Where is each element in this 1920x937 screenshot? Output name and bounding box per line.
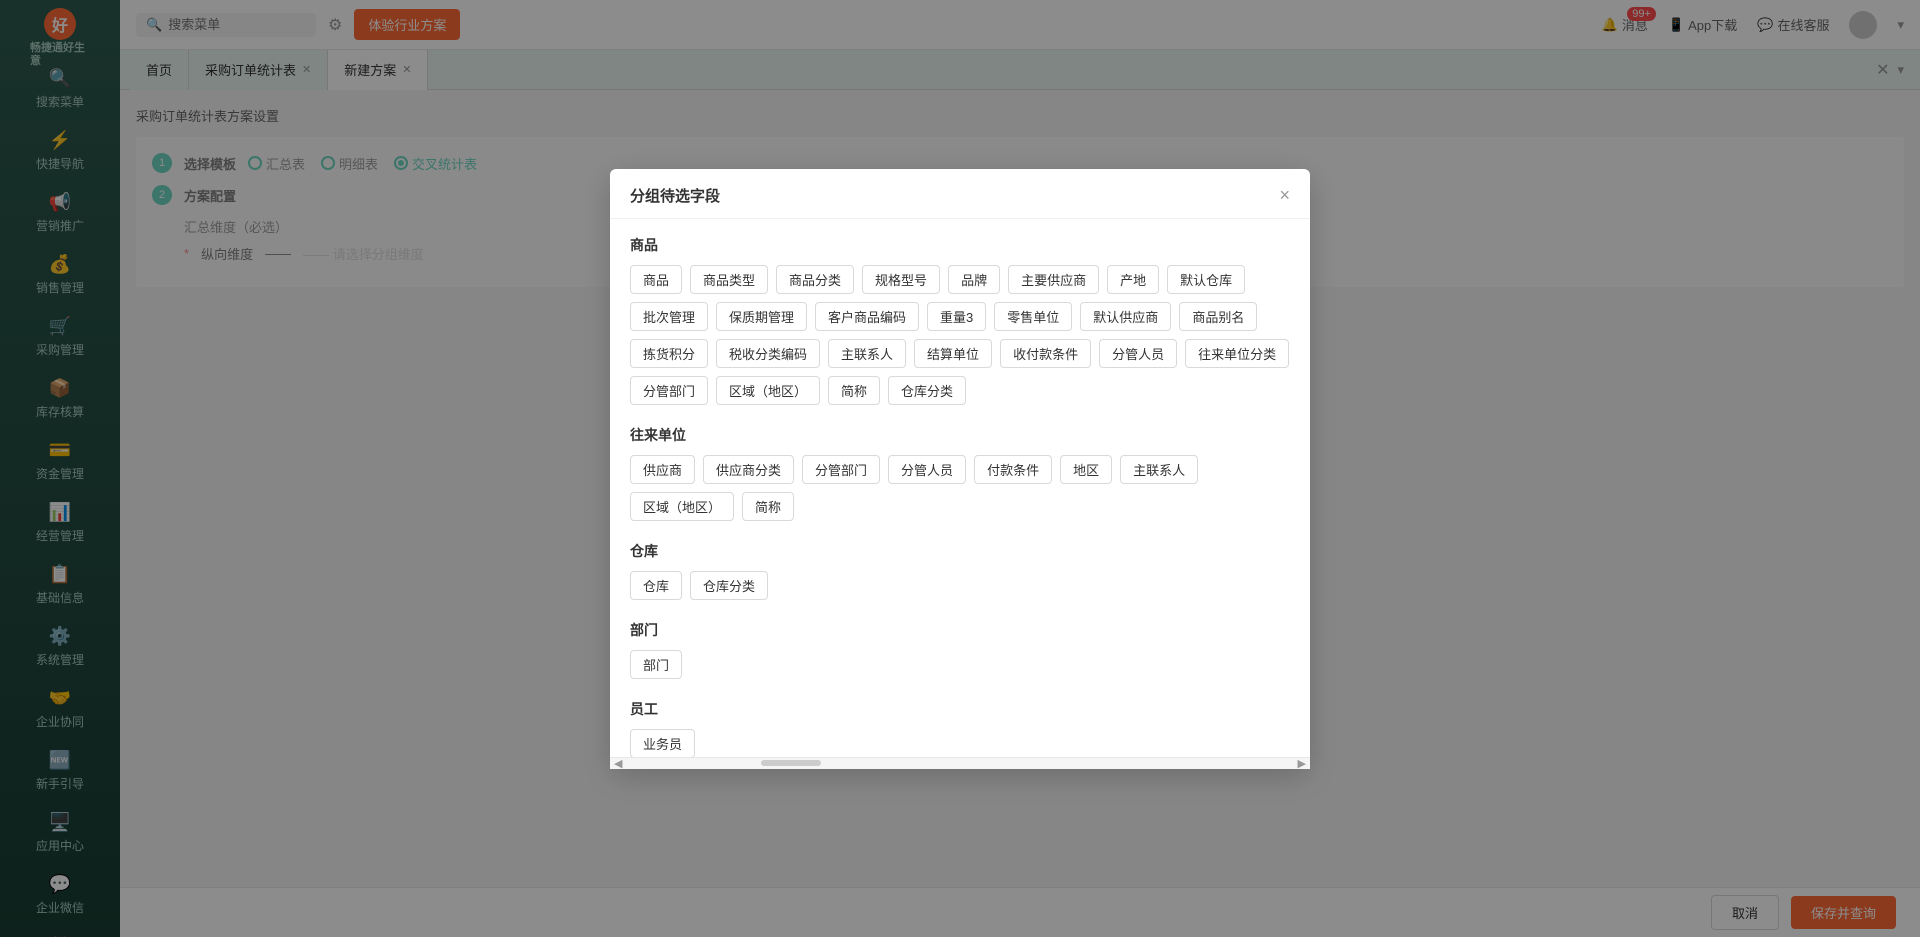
- field-tag-1-7[interactable]: 区域（地区）: [630, 492, 734, 521]
- section-2: 仓库仓库仓库分类: [630, 541, 1290, 600]
- hscroll-thumb[interactable]: [761, 760, 821, 766]
- field-tag-0-1[interactable]: 商品类型: [690, 265, 768, 294]
- field-tag-0-12[interactable]: 零售单位: [994, 302, 1072, 331]
- section-title-3: 部门: [630, 620, 1290, 640]
- section-1: 往来单位供应商供应商分类分管部门分管人员付款条件地区主联系人区域（地区） 简称: [630, 425, 1290, 521]
- modal-header: 分组待选字段 ×: [610, 169, 1310, 219]
- field-tag-1-1[interactable]: 供应商分类: [703, 455, 794, 484]
- field-tag-0-24[interactable]: 简称: [828, 376, 880, 405]
- field-tag-1-3[interactable]: 分管人员: [888, 455, 966, 484]
- section-title-4: 员工: [630, 699, 1290, 719]
- field-tag-0-17[interactable]: 主联系人: [828, 339, 906, 368]
- field-tag-0-22[interactable]: 分管部门: [630, 376, 708, 405]
- field-tag-0-16[interactable]: 税收分类编码: [716, 339, 820, 368]
- modal-title: 分组待选字段: [630, 185, 720, 206]
- field-tag-0-6[interactable]: 产地: [1107, 265, 1159, 294]
- field-tag-1-6[interactable]: 主联系人: [1120, 455, 1198, 484]
- field-tag-0-21[interactable]: 往来单位分类: [1185, 339, 1289, 368]
- field-tag-4-0[interactable]: 业务员: [630, 729, 695, 757]
- field-grid-4: 业务员: [630, 729, 1290, 757]
- section-4: 员工业务员: [630, 699, 1290, 757]
- modal-overlay: 分组待选字段 × 商品商品商品类型商品分类规格型号品牌主要供应商产地默认仓库批次…: [0, 0, 1920, 937]
- field-tag-1-5[interactable]: 地区: [1060, 455, 1112, 484]
- field-grid-0: 商品商品类型商品分类规格型号品牌主要供应商产地默认仓库批次管理保质期管理客户商品…: [630, 265, 1290, 405]
- field-tag-0-3[interactable]: 规格型号: [862, 265, 940, 294]
- field-tag-1-8[interactable]: 简称: [742, 492, 794, 521]
- field-tag-0-7[interactable]: 默认仓库: [1167, 265, 1245, 294]
- field-tag-1-4[interactable]: 付款条件: [974, 455, 1052, 484]
- field-grid-3: 部门: [630, 650, 1290, 679]
- field-tag-0-14[interactable]: 商品别名: [1179, 302, 1257, 331]
- field-tag-1-2[interactable]: 分管部门: [802, 455, 880, 484]
- field-tag-0-15[interactable]: 拣货积分: [630, 339, 708, 368]
- modal-close-button[interactable]: ×: [1279, 186, 1290, 204]
- field-tag-0-10[interactable]: 客户商品编码: [815, 302, 919, 331]
- field-tag-0-0[interactable]: 商品: [630, 265, 682, 294]
- field-tag-2-1[interactable]: 仓库分类: [690, 571, 768, 600]
- field-tag-0-5[interactable]: 主要供应商: [1008, 265, 1099, 294]
- field-grid-2: 仓库仓库分类: [630, 571, 1290, 600]
- field-tag-3-0[interactable]: 部门: [630, 650, 682, 679]
- section-0: 商品商品商品类型商品分类规格型号品牌主要供应商产地默认仓库批次管理保质期管理客户…: [630, 235, 1290, 405]
- modal-horizontal-scrollbar[interactable]: ◀ ▶: [610, 757, 1310, 769]
- modal-body[interactable]: 商品商品商品类型商品分类规格型号品牌主要供应商产地默认仓库批次管理保质期管理客户…: [610, 219, 1310, 757]
- section-title-2: 仓库: [630, 541, 1290, 561]
- section-title-1: 往来单位: [630, 425, 1290, 445]
- field-tag-0-19[interactable]: 收付款条件: [1000, 339, 1091, 368]
- section-3: 部门部门: [630, 620, 1290, 679]
- field-tag-1-0[interactable]: 供应商: [630, 455, 695, 484]
- field-tag-2-0[interactable]: 仓库: [630, 571, 682, 600]
- modal-dialog: 分组待选字段 × 商品商品商品类型商品分类规格型号品牌主要供应商产地默认仓库批次…: [610, 169, 1310, 769]
- field-tag-0-25[interactable]: 仓库分类: [888, 376, 966, 405]
- field-tag-0-8[interactable]: 批次管理: [630, 302, 708, 331]
- field-tag-0-23[interactable]: 区域（地区）: [716, 376, 820, 405]
- field-tag-0-20[interactable]: 分管人员: [1099, 339, 1177, 368]
- field-tag-0-13[interactable]: 默认供应商: [1080, 302, 1171, 331]
- field-tag-0-4[interactable]: 品牌: [948, 265, 1000, 294]
- field-tag-0-2[interactable]: 商品分类: [776, 265, 854, 294]
- field-tag-0-11[interactable]: 重量3: [927, 302, 986, 331]
- field-tag-0-9[interactable]: 保质期管理: [716, 302, 807, 331]
- section-title-0: 商品: [630, 235, 1290, 255]
- field-grid-1: 供应商供应商分类分管部门分管人员付款条件地区主联系人区域（地区） 简称: [630, 455, 1290, 521]
- field-tag-0-18[interactable]: 结算单位: [914, 339, 992, 368]
